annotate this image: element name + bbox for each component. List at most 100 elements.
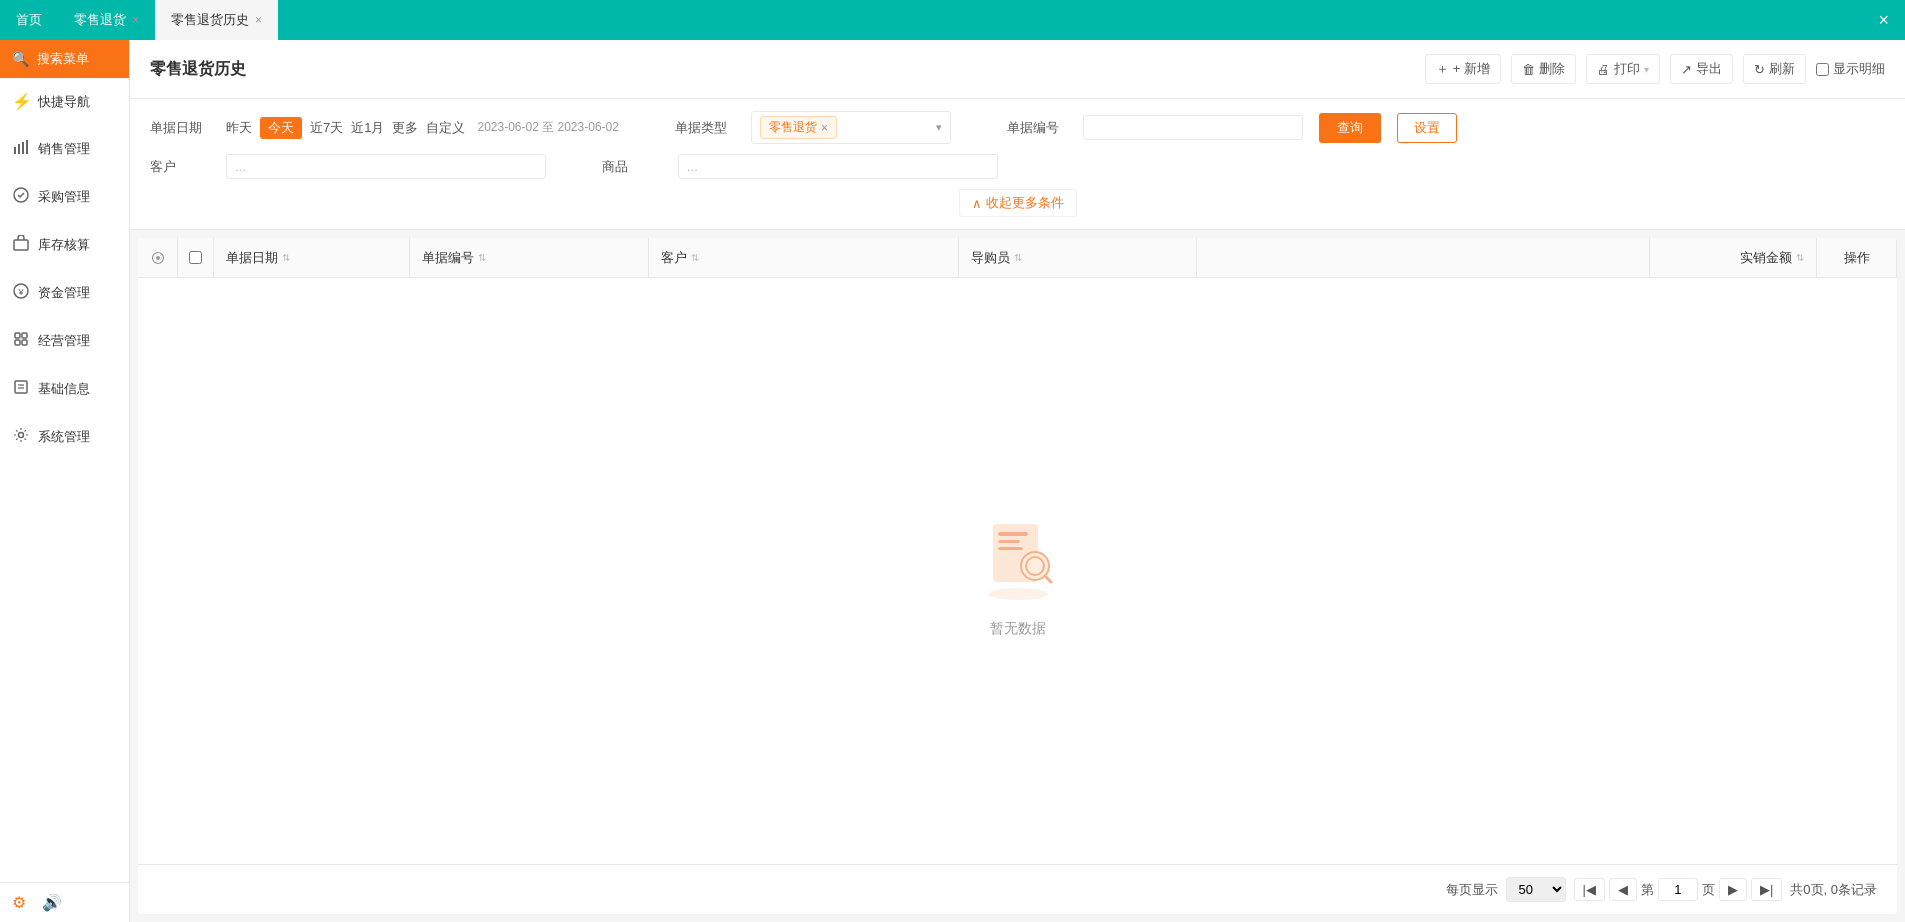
print-arrow-icon: ▾ [1644,64,1649,75]
refresh-button[interactable]: ↻ 刷新 [1743,54,1806,84]
date-option-7days[interactable]: 近7天 [310,119,343,137]
sidebar-search[interactable]: 🔍 搜索菜单 [0,40,129,78]
date-option-more[interactable]: 更多 [392,119,418,137]
customer-filter-select[interactable]: ... [226,154,546,179]
refresh-icon: ↻ [1754,62,1765,77]
collapse-up-icon: ∧ [972,196,982,211]
th-guide: 导购员 ⇅ [959,238,1198,277]
order-no-filter-input[interactable] [1083,115,1303,140]
print-button[interactable]: 🖨 打印 ▾ [1586,54,1660,84]
new-button[interactable]: ＋ + 新增 [1425,54,1501,84]
th-operation: 操作 [1817,238,1897,277]
goods-filter-label: 商品 [602,158,662,176]
th-customer-sort-icon[interactable]: ⇅ [691,252,699,263]
export-icon: ↗ [1681,62,1692,77]
show-detail-checkbox-label[interactable]: 显示明细 [1816,60,1885,78]
goods-filter-select[interactable]: ... [678,154,998,179]
date-option-yesterday[interactable]: 昨天 [226,119,252,137]
sidebar-item-purchase[interactable]: 采购管理 [0,173,129,221]
tab-retail-return-history-close[interactable]: × [255,13,262,27]
th-checkbox[interactable] [178,238,214,277]
th-date-sort-icon[interactable]: ⇅ [282,252,290,263]
order-no-filter-label: 单据编号 [1007,119,1067,137]
svg-rect-8 [15,333,20,338]
next-page-button[interactable]: ▶ [1719,878,1747,901]
sidebar-item-operation[interactable]: 经营管理 [0,317,129,365]
th-spacer [1197,238,1649,277]
sidebar-item-purchase-label: 采购管理 [38,188,90,206]
per-page-label: 每页显示 [1446,881,1498,899]
sidebar-item-quick-nav-label: 快捷导航 [38,93,90,111]
sales-icon [12,139,30,159]
sidebar-item-inventory-label: 库存核算 [38,236,90,254]
show-detail-checkbox[interactable] [1816,63,1829,76]
operation-icon [12,331,30,351]
type-filter-select[interactable]: 零售退货 × ▾ [751,111,951,144]
th-guide-sort-icon[interactable]: ⇅ [1014,252,1022,263]
inventory-icon [12,235,30,255]
sidebar-item-finance[interactable]: ¥ 资金管理 [0,269,129,317]
th-amount: 实销金额 ⇅ [1650,238,1817,277]
svg-point-17 [156,256,160,260]
th-order-no-sort-icon[interactable]: ⇅ [478,252,486,263]
setting-button[interactable]: 设置 [1397,113,1457,143]
go-page-label: 第 [1641,881,1654,899]
purchase-icon [12,187,30,207]
first-page-button[interactable]: |◀ [1574,878,1605,901]
svg-rect-12 [15,381,27,393]
delete-button[interactable]: 🗑 删除 [1511,54,1576,84]
date-option-custom[interactable]: 自定义 [426,119,465,137]
tab-home[interactable]: 首页 [0,0,58,40]
svg-rect-1 [18,144,20,154]
tab-retail-return-history[interactable]: 零售退货历史 × [155,0,278,40]
sidebar-search-label: 搜索菜单 [37,50,89,68]
sidebar-item-inventory[interactable]: 库存核算 [0,221,129,269]
sidebar-item-basic-info[interactable]: 基础信息 [0,365,129,413]
sidebar-item-sales[interactable]: 销售管理 [0,125,129,173]
per-page-select[interactable]: 50 100 200 [1506,877,1566,902]
collapse-label: 收起更多条件 [986,194,1064,212]
date-option-today[interactable]: 今天 [260,117,302,139]
sidebar-item-system[interactable]: 系统管理 [0,413,129,461]
customer-placeholder: ... [235,159,246,174]
sidebar-item-basic-info-label: 基础信息 [38,380,90,398]
collapse-button[interactable]: ∧ 收起更多条件 [959,189,1077,217]
select-all-checkbox[interactable] [189,251,202,264]
finance-icon: ¥ [12,283,30,303]
customer-filter-label: 客户 [150,158,210,176]
date-filter-label: 单据日期 [150,119,210,137]
sound-icon[interactable]: 🔊 [42,893,62,912]
svg-rect-11 [22,340,27,345]
sidebar-item-quick-nav[interactable]: ⚡ 快捷导航 [0,78,129,125]
sidebar-item-system-label: 系统管理 [38,428,90,446]
tab-retail-return[interactable]: 零售退货 × [58,0,155,40]
new-label: + 新增 [1453,60,1490,78]
basic-info-icon [12,379,30,399]
svg-rect-5 [14,240,28,250]
query-button[interactable]: 查询 [1319,113,1381,143]
goods-placeholder: ... [687,159,698,174]
th-customer-label: 客户 [661,249,687,267]
th-settings[interactable] [138,238,178,277]
prev-page-button[interactable]: ◀ [1609,878,1637,901]
tab-retail-return-close[interactable]: × [132,13,139,27]
refresh-label: 刷新 [1769,60,1795,78]
page-nav: |◀ ◀ 第 页 ▶ ▶| [1574,878,1783,901]
last-page-button[interactable]: ▶| [1751,878,1782,901]
th-date: 单据日期 ⇅ [214,238,410,277]
date-options: 昨天 今天 近7天 近1月 更多 自定义 2023-06-02 至 2023-0… [226,117,619,139]
window-close-button[interactable]: × [1878,10,1889,31]
svg-point-18 [988,588,1048,600]
page-number-input[interactable] [1658,878,1698,901]
page-header: 零售退货历史 ＋ + 新增 🗑 删除 🖨 打印 ▾ ↗ 导出 [130,40,1905,99]
th-order-no: 单据编号 ⇅ [410,238,649,277]
export-button[interactable]: ↗ 导出 [1670,54,1733,84]
sidebar-item-finance-label: 资金管理 [38,284,90,302]
type-filter-tag: 零售退货 × [760,116,837,139]
type-filter-arrow-icon: ▾ [936,121,942,134]
type-filter-remove-icon[interactable]: × [821,121,828,135]
th-amount-sort-icon[interactable]: ⇅ [1796,252,1804,263]
svg-point-15 [19,433,24,438]
date-option-1month[interactable]: 近1月 [351,119,384,137]
settings-bottom-icon[interactable]: ⚙ [12,893,26,912]
